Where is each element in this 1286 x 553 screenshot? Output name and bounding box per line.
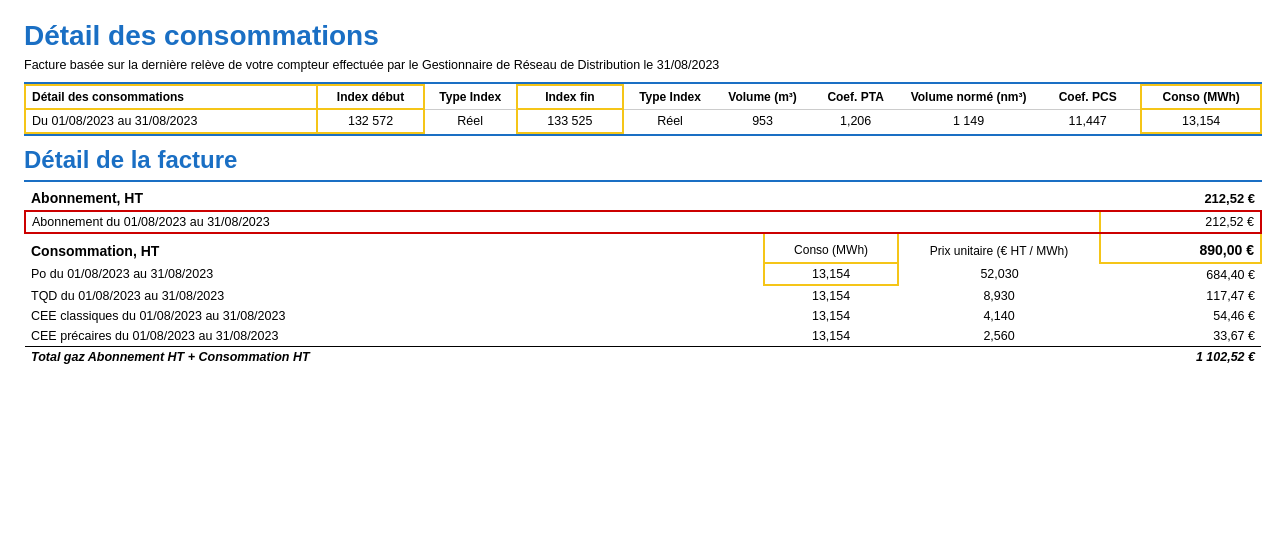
invoice-row-cee-classiques-label: CEE classiques du 01/08/2023 au 31/08/20… xyxy=(25,306,764,326)
invoice-row-tqd: TQD du 01/08/2023 au 31/08/2023 13,154 8… xyxy=(25,285,1261,306)
col-header-volume: Volume (m³) xyxy=(716,85,809,109)
col-header-volume-norme: Volume normé (nm³) xyxy=(902,85,1035,109)
invoice-row-cee-precaires: CEE précaires du 01/08/2023 au 31/08/202… xyxy=(25,326,1261,347)
abonnement-header-spacer1 xyxy=(764,182,898,211)
invoice-row-po-montant: 684,40 € xyxy=(1100,263,1261,285)
invoice-row-cee-precaires-conso: 13,154 xyxy=(764,326,898,347)
col-header-conso: Conso (MWh) xyxy=(1141,85,1261,109)
top-section: Détail des consommations Index début Typ… xyxy=(24,82,1262,136)
cell-coef-pta: 1,206 xyxy=(809,109,902,133)
cell-type-index-1: Réel xyxy=(424,109,517,133)
total-amount: 1 102,52 € xyxy=(1100,347,1261,368)
invoice-row-cee-classiques-conso: 13,154 xyxy=(764,306,898,326)
invoice-row-po-conso: 13,154 xyxy=(764,263,898,285)
total-label: Total gaz Abonnement HT + Consommation H… xyxy=(25,347,764,368)
prix-col-header: Prix unitaire (€ HT / MWh) xyxy=(898,233,1100,263)
col-header-index-fin: Index fin xyxy=(517,85,623,109)
consommation-label: Consommation, HT xyxy=(25,233,764,263)
invoice-row-po: Po du 01/08/2023 au 31/08/2023 13,154 52… xyxy=(25,263,1261,285)
total-spacer2 xyxy=(898,347,1100,368)
invoice-row-tqd-conso: 13,154 xyxy=(764,285,898,306)
abonnement-row-amount: 212,52 € xyxy=(1100,211,1261,233)
section2-title: Détail de la facture xyxy=(24,146,1262,174)
main-title: Détail des consommations xyxy=(24,20,1262,52)
invoice-row-po-label: Po du 01/08/2023 au 31/08/2023 xyxy=(25,263,764,285)
invoice-row-tqd-label: TQD du 01/08/2023 au 31/08/2023 xyxy=(25,285,764,306)
cell-conso: 13,154 xyxy=(1141,109,1261,133)
cell-coef-pcs: 11,447 xyxy=(1035,109,1141,133)
subtitle-text: Facture basée sur la dernière relève de … xyxy=(24,58,1262,72)
conso-col-header: Conso (MWh) xyxy=(764,233,898,263)
invoice-row-tqd-montant: 117,47 € xyxy=(1100,285,1261,306)
invoice-row-cee-classiques: CEE classiques du 01/08/2023 au 31/08/20… xyxy=(25,306,1261,326)
col-header-detail: Détail des consommations xyxy=(25,85,317,109)
col-header-type-index-1: Type Index xyxy=(424,85,517,109)
abonnement-row-spacer1 xyxy=(764,211,898,233)
cell-detail: Du 01/08/2023 au 31/08/2023 xyxy=(25,109,317,133)
invoice-row-cee-precaires-prix: 2,560 xyxy=(898,326,1100,347)
cell-type-index-2: Réel xyxy=(623,109,716,133)
abonnement-header-row: Abonnement, HT 212,52 € xyxy=(25,182,1261,211)
invoice-row-tqd-prix: 8,930 xyxy=(898,285,1100,306)
total-row: Total gaz Abonnement HT + Consommation H… xyxy=(25,347,1261,368)
col-header-coef-pta: Coef. PTA xyxy=(809,85,902,109)
abonnement-total: 212,52 € xyxy=(1100,182,1261,211)
consommation-total: 890,00 € xyxy=(1100,233,1261,263)
total-spacer1 xyxy=(764,347,898,368)
col-header-coef-pcs: Coef. PCS xyxy=(1035,85,1141,109)
table-row: Du 01/08/2023 au 31/08/2023 132 572 Réel… xyxy=(25,109,1261,133)
col-header-index-debut: Index début xyxy=(317,85,423,109)
invoice-row-po-prix: 52,030 xyxy=(898,263,1100,285)
invoice-row-cee-precaires-montant: 33,67 € xyxy=(1100,326,1261,347)
consumption-table: Détail des consommations Index début Typ… xyxy=(24,84,1262,134)
invoice-row-cee-classiques-prix: 4,140 xyxy=(898,306,1100,326)
col-header-type-index-2: Type Index xyxy=(623,85,716,109)
abonnement-row-spacer2 xyxy=(898,211,1100,233)
abonnement-detail-row: Abonnement du 01/08/2023 au 31/08/2023 2… xyxy=(25,211,1261,233)
invoice-row-cee-precaires-label: CEE précaires du 01/08/2023 au 31/08/202… xyxy=(25,326,764,347)
cell-index-fin: 133 525 xyxy=(517,109,623,133)
abonnement-label: Abonnement, HT xyxy=(25,182,764,211)
cell-volume-norme: 1 149 xyxy=(902,109,1035,133)
invoice-table: Abonnement, HT 212,52 € Abonnement du 01… xyxy=(24,182,1262,367)
cell-index-debut: 132 572 xyxy=(317,109,423,133)
cell-volume: 953 xyxy=(716,109,809,133)
abonnement-header-spacer2 xyxy=(898,182,1100,211)
consommation-header-row: Consommation, HT Conso (MWh) Prix unitai… xyxy=(25,233,1261,263)
abonnement-row-label: Abonnement du 01/08/2023 au 31/08/2023 xyxy=(25,211,764,233)
invoice-section: Abonnement, HT 212,52 € Abonnement du 01… xyxy=(24,180,1262,367)
invoice-row-cee-classiques-montant: 54,46 € xyxy=(1100,306,1261,326)
